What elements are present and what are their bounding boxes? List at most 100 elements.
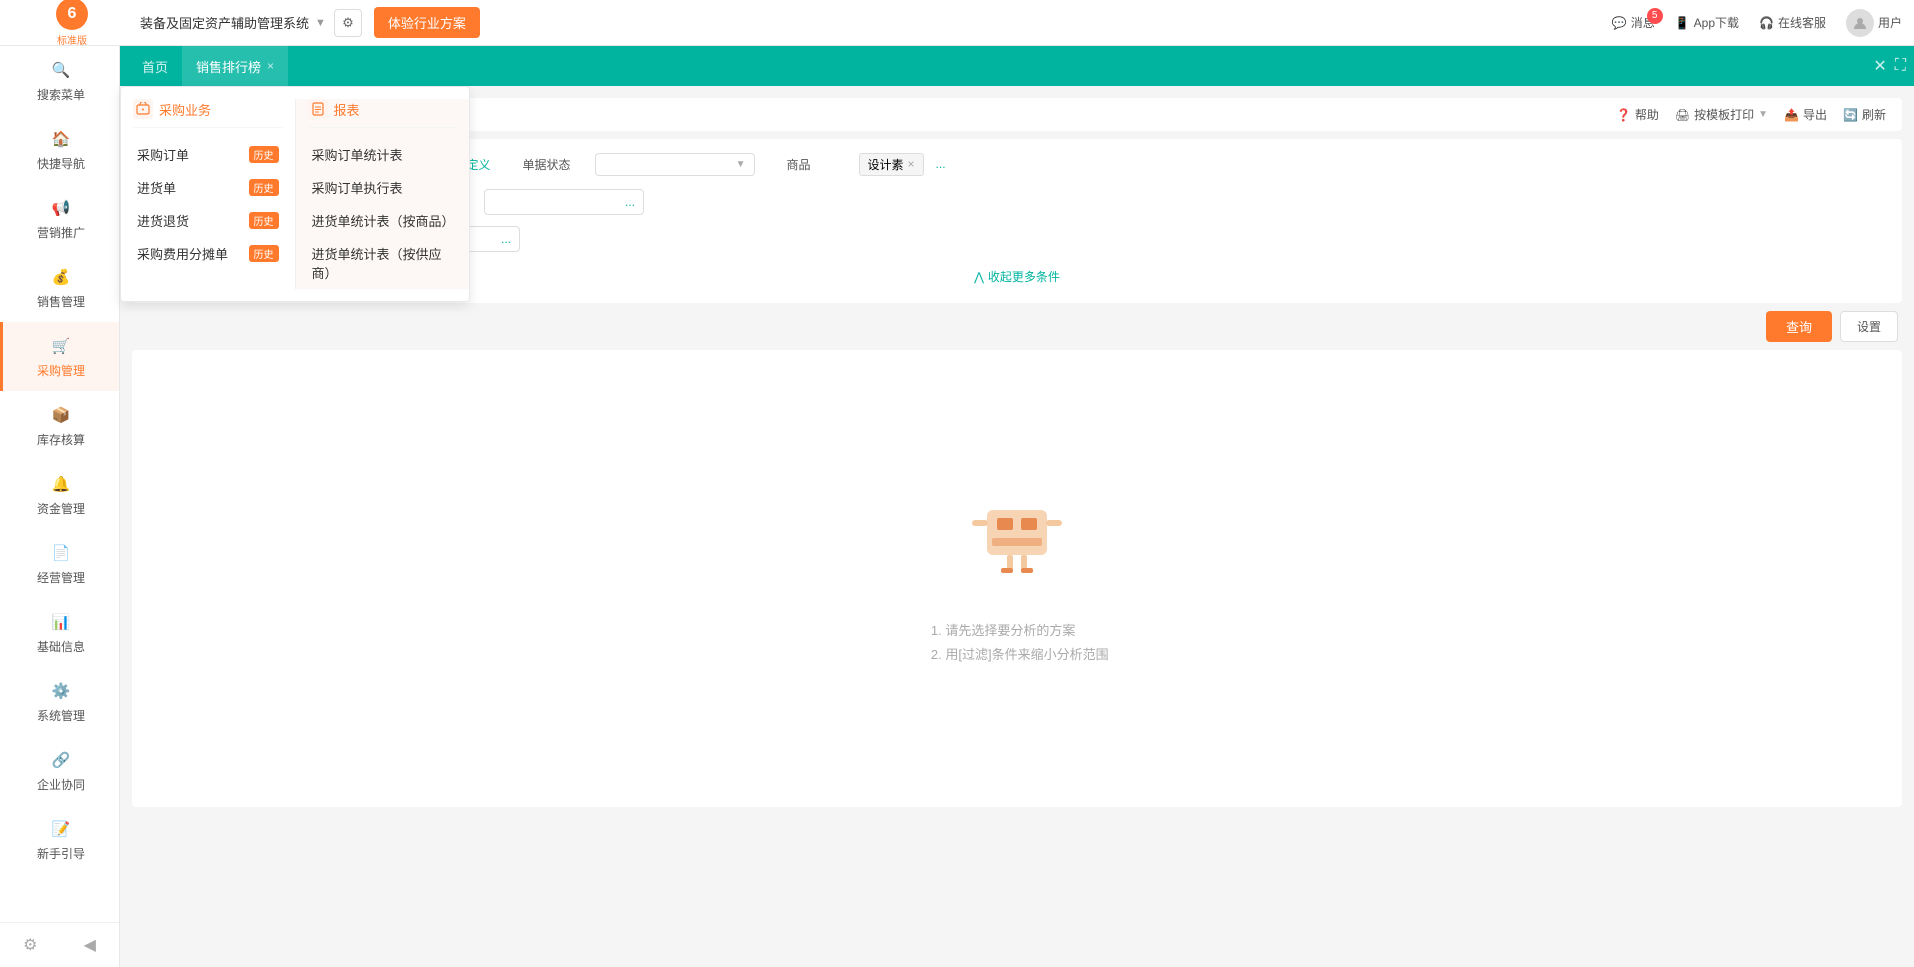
goods-more-btn[interactable]: ...: [936, 157, 946, 171]
headset-icon: 🎧: [1759, 16, 1774, 30]
tab-home[interactable]: 首页: [128, 46, 182, 86]
finance-icon: 🔔: [49, 472, 73, 496]
sidebar-item-search-menu[interactable]: 🔍 搜索菜单: [0, 46, 119, 115]
tab-bar-right: ✕ ⛶: [1873, 56, 1906, 76]
operation-icon: 📄: [49, 541, 73, 565]
history-badge-3: 历史: [249, 245, 279, 262]
print-arrow-icon: ▼: [1758, 109, 1768, 120]
status-select[interactable]: ▼: [595, 153, 755, 176]
dropdown-item-report-3[interactable]: 进货单统计表（按供应商）: [308, 237, 458, 289]
query-btn[interactable]: 查询: [1766, 311, 1832, 342]
user-btn[interactable]: 用户: [1846, 9, 1902, 37]
sidebar-item-enterprise[interactable]: 🔗 企业协同: [0, 736, 119, 805]
message-badge: 5: [1647, 8, 1663, 24]
marketing-icon: 📢: [49, 196, 73, 220]
system-title: 装备及固定资产辅助管理系统 ▼: [140, 13, 326, 32]
message-btn[interactable]: 💬 消息 5: [1612, 14, 1655, 31]
setting-btn[interactable]: 设置: [1840, 311, 1898, 342]
dropdown-item-report-0[interactable]: 采购订单统计表: [308, 138, 458, 171]
dropdown-cols: 采购业务 采购订单 历史 进货单 历史 进货退货 历史 采购费用分摊单 历史: [121, 99, 469, 289]
goods-tag-close[interactable]: ×: [908, 157, 915, 171]
tab-bar: 首页 销售排行榜 × ✕ ⛶: [120, 46, 1914, 86]
print-icon: 🖨: [1675, 108, 1690, 122]
refresh-btn[interactable]: 🔄 刷新: [1843, 106, 1886, 123]
logo-icon: 6: [56, 0, 88, 30]
query-buttons-row: 查询 设置: [132, 311, 1902, 350]
export-icon: 📤: [1784, 108, 1799, 122]
goods-label: 商品: [787, 156, 847, 173]
topbar: 6 标准版 装备及固定资产辅助管理系统 ▼ ⚙ 体验行业方案 💬 消息 5 📱 …: [0, 0, 1914, 46]
purchase-dropdown-menu: 采购业务 采购订单 历史 进货单 历史 进货退货 历史 采购费用分摊单 历史: [120, 86, 470, 302]
history-badge-2: 历史: [249, 212, 279, 229]
empty-state: 请先选择要分析的方案 用[过滤]条件来缩小分析范围: [132, 410, 1902, 747]
sidebar-item-inventory[interactable]: 📦 库存核算: [0, 391, 119, 460]
sidebar-collapse-btn[interactable]: ◀: [84, 935, 96, 955]
logo-subtitle: 标准版: [57, 32, 87, 47]
purchase-header-icon: [133, 99, 153, 119]
dropdown-item-incoming[interactable]: 进货单 历史: [133, 171, 283, 204]
history-badge-0: 历史: [249, 146, 279, 163]
report-col: 报表 采购订单统计表 采购订单执行表 进货单统计表（按商品） 进货单统计表（按供…: [295, 99, 470, 289]
topbar-right: 💬 消息 5 📱 App下载 🎧 在线客服 用户: [1612, 9, 1902, 37]
sidebar-item-quick-nav[interactable]: 🏠 快捷导航: [0, 115, 119, 184]
guide-icon: 📝: [49, 817, 73, 841]
dropdown-item-report-2[interactable]: 进货单统计表（按商品）: [308, 204, 458, 237]
collapse-icon: ⋀: [974, 270, 984, 284]
phone-icon: 📱: [1675, 16, 1690, 30]
export-btn[interactable]: 📤 导出: [1784, 106, 1827, 123]
help-icon: ❓: [1616, 108, 1631, 122]
logo-area: 6 标准版: [12, 0, 132, 47]
dropdown-item-expense[interactable]: 采购费用分摊单 历史: [133, 237, 283, 270]
collapse-btn[interactable]: ⋀ 收起更多条件: [968, 262, 1066, 291]
tab-sales-ranking[interactable]: 销售排行榜 ×: [182, 46, 288, 86]
empty-illustration: [957, 490, 1077, 593]
purchase-col: 采购业务 采购订单 历史 进货单 历史 进货退货 历史 采购费用分摊单 历史: [121, 99, 295, 289]
search-icon: 🔍: [49, 58, 73, 82]
inventory-icon: 📦: [49, 403, 73, 427]
tab-close-icon[interactable]: ×: [267, 59, 274, 73]
tab-expand-btn[interactable]: ⛶: [1895, 57, 1906, 75]
history-badge-1: 历史: [249, 179, 279, 196]
purchase-icon: 🛒: [49, 334, 73, 358]
message-icon: 💬: [1612, 16, 1627, 30]
dropdown-item-return[interactable]: 进货退货 历史: [133, 204, 283, 237]
sidebar: 🔍 搜索菜单 🏠 快捷导航 📢 营销推广 💰 销售管理 🛒 采购管理 📦 库存核…: [0, 46, 120, 967]
enterprise-icon: 🔗: [49, 748, 73, 772]
dropdown-arrow-icon[interactable]: ▼: [315, 17, 326, 29]
sidebar-item-guide[interactable]: 📝 新手引导: [0, 805, 119, 874]
print-btn[interactable]: 🖨 按模板打印 ▼: [1675, 106, 1768, 123]
sidebar-item-operation[interactable]: 📄 经营管理: [0, 529, 119, 598]
empty-state-container: 请先选择要分析的方案 用[过滤]条件来缩小分析范围: [132, 350, 1902, 807]
avatar: [1846, 9, 1874, 37]
industry-btn[interactable]: 体验行业方案: [374, 7, 480, 38]
help-btn[interactable]: ❓ 帮助: [1616, 106, 1659, 123]
dropdown-item-report-1[interactable]: 采购订单执行表: [308, 171, 458, 204]
app-download-btn[interactable]: 📱 App下载: [1675, 14, 1739, 31]
report-header-icon: [308, 99, 328, 119]
sidebar-item-marketing[interactable]: 📢 营销推广: [0, 184, 119, 253]
status-label: 单据状态: [523, 156, 583, 173]
online-service-btn[interactable]: 🎧 在线客服: [1759, 14, 1826, 31]
salesman-more-btn[interactable]: ...: [625, 195, 635, 209]
sales-icon: 💰: [49, 265, 73, 289]
sidebar-item-sales[interactable]: 💰 销售管理: [0, 253, 119, 322]
sidebar-item-base-info[interactable]: 📊 基础信息: [0, 598, 119, 667]
report-col-header: 报表: [308, 99, 458, 128]
dropdown-item-purchase-order[interactable]: 采购订单 历史: [133, 138, 283, 171]
home-icon: 🏠: [49, 127, 73, 151]
purchase-col-header: 采购业务: [133, 99, 283, 128]
empty-tips: 请先选择要分析的方案 用[过滤]条件来缩小分析范围: [925, 619, 1108, 667]
salesman-select[interactable]: ...: [484, 189, 644, 215]
goods-tag: 设计素 ×: [859, 153, 924, 176]
system-icon: ⚙️: [49, 679, 73, 703]
sidebar-setting-btn[interactable]: ⚙: [23, 935, 37, 955]
sidebar-item-finance[interactable]: 🔔 资金管理: [0, 460, 119, 529]
sidebar-bottom: ⚙ ◀: [0, 922, 119, 967]
sidebar-item-purchase[interactable]: 🛒 采购管理: [0, 322, 119, 391]
base-info-icon: 📊: [49, 610, 73, 634]
tab-close-all-btn[interactable]: ✕: [1873, 56, 1886, 76]
settings-button[interactable]: ⚙: [334, 9, 362, 37]
customer-more-btn[interactable]: ...: [501, 232, 511, 246]
status-arrow-icon: ▼: [736, 159, 746, 170]
sidebar-item-system[interactable]: ⚙️ 系统管理: [0, 667, 119, 736]
